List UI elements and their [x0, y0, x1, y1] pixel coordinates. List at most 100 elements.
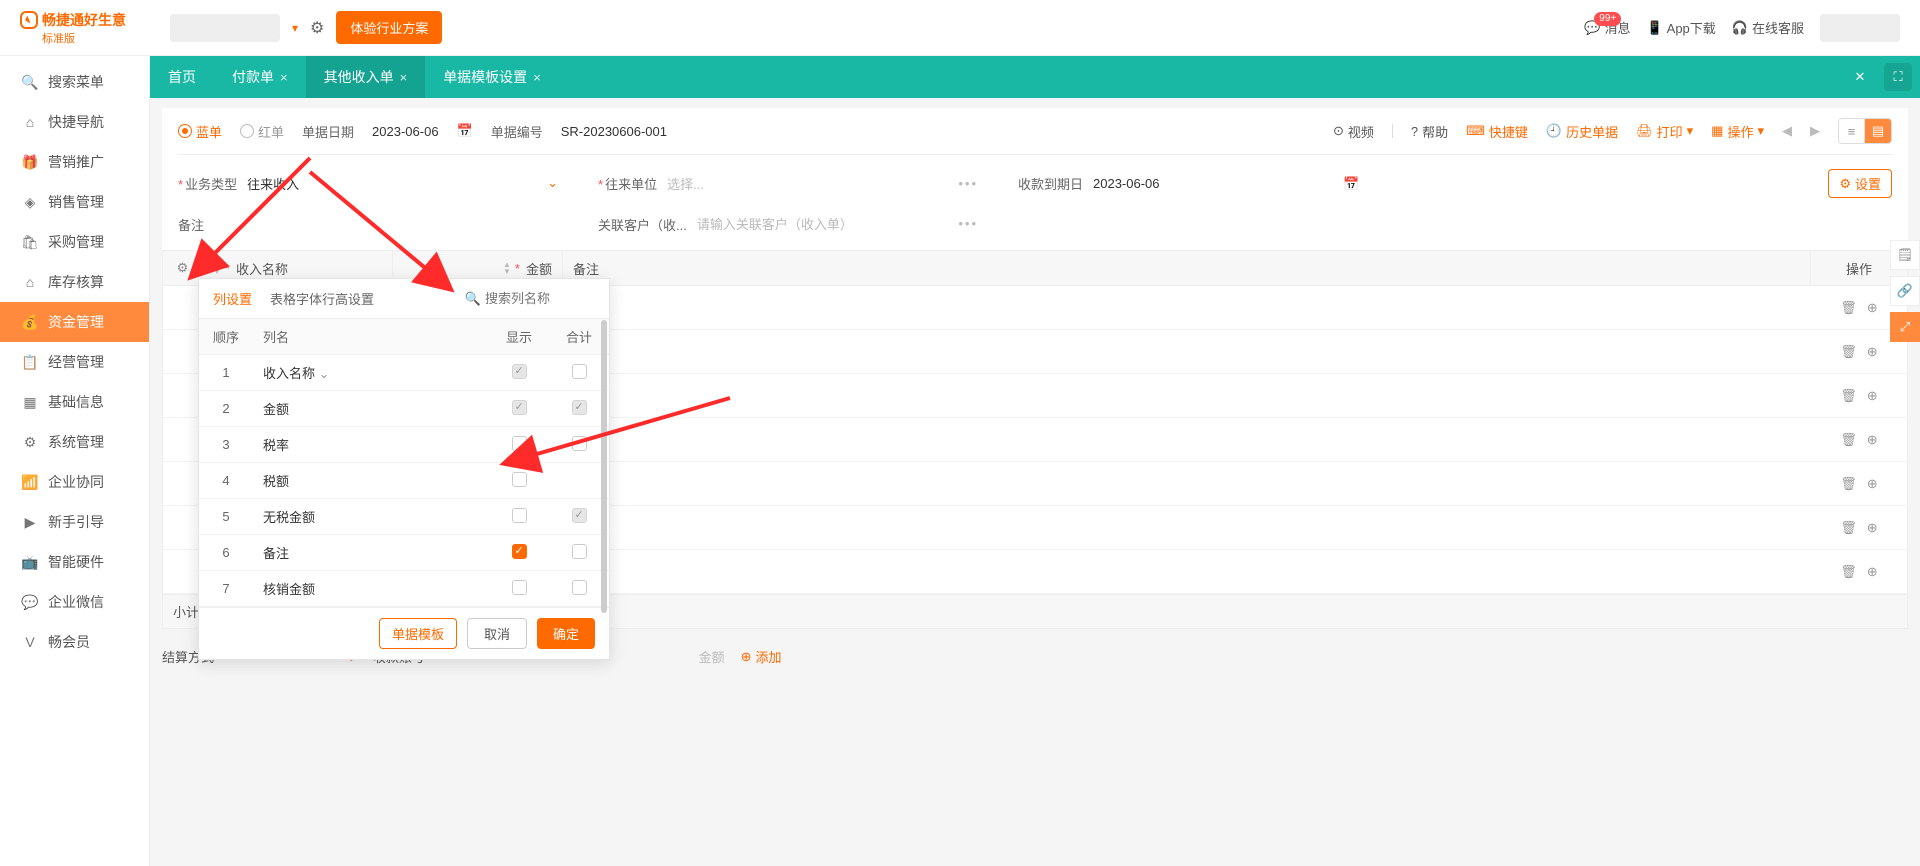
checkbox[interactable]	[512, 472, 527, 487]
due-value: 2023-06-06	[1093, 176, 1160, 191]
add-row-icon[interactable]: ⊕	[1867, 564, 1878, 580]
close-icon[interactable]: ×	[533, 70, 541, 85]
support-link[interactable]: 🎧 在线客服	[1732, 18, 1804, 37]
relcust-input[interactable]: 请输入关联客户（收入单） •••	[697, 212, 978, 236]
column-search-input[interactable]	[485, 291, 595, 306]
delete-icon[interactable]: 🗑	[1840, 344, 1857, 360]
checkbox[interactable]	[572, 508, 587, 523]
more-icon[interactable]: •••	[958, 176, 978, 191]
ok-button[interactable]: 确定	[537, 618, 595, 649]
trial-button[interactable]: 体验行业方案	[336, 11, 442, 44]
tool-shortcut[interactable]: ⌨快捷键	[1466, 122, 1528, 141]
checkbox[interactable]	[512, 364, 527, 379]
unit-select[interactable]: 选择... •••	[667, 172, 978, 196]
sidebar-item[interactable]: ▦基础信息	[0, 382, 149, 422]
checkbox[interactable]	[512, 580, 527, 595]
checkbox[interactable]	[572, 364, 587, 379]
list-view-icon[interactable]: ≡	[1839, 119, 1865, 143]
add-row-icon[interactable]: ⊕	[1867, 432, 1878, 448]
messages-link[interactable]: 💬 消息 99+	[1584, 18, 1630, 37]
sidebar-item[interactable]: ◈销售管理	[0, 182, 149, 222]
date-value[interactable]: 2023-06-06	[372, 124, 439, 139]
app-download-link[interactable]: 📱 App下载	[1646, 18, 1715, 37]
calendar-icon[interactable]: 📅	[1343, 176, 1359, 192]
delete-icon[interactable]: 🗑	[1840, 476, 1857, 492]
biztype-select[interactable]: 往来收入 ⌄	[247, 172, 558, 196]
note-input[interactable]	[214, 222, 558, 227]
add-link[interactable]: ⊕添加	[741, 647, 782, 666]
delete-icon[interactable]: 🗑	[1840, 300, 1857, 316]
sidebar-item[interactable]: 💰资金管理	[0, 302, 149, 342]
tool-video[interactable]: ⊙视频	[1333, 122, 1374, 141]
delete-icon[interactable]: 🗑	[1840, 520, 1857, 536]
gear-icon[interactable]: ⚙	[310, 18, 324, 38]
add-row-icon[interactable]: ⊕	[1867, 344, 1878, 360]
sidebar-item[interactable]: 🔍搜索菜单	[0, 62, 149, 102]
more-icon[interactable]: •••	[958, 216, 978, 231]
calendar-icon[interactable]: 📅	[457, 123, 473, 139]
tool-ops[interactable]: ▦操作▾	[1711, 122, 1764, 141]
tab-expand-icon[interactable]: ⛶	[1884, 63, 1912, 91]
scrollbar[interactable]	[601, 320, 607, 613]
tool-help[interactable]: ?帮助	[1411, 122, 1448, 141]
due-date-input[interactable]: 2023-06-06	[1093, 174, 1333, 194]
prev-icon[interactable]: ◀	[1782, 123, 1792, 139]
add-row-icon[interactable]: ⊕	[1867, 300, 1878, 316]
sidebar-item[interactable]: ⌂快捷导航	[0, 102, 149, 142]
tool-history[interactable]: 🕘历史单据	[1546, 122, 1618, 141]
template-button[interactable]: 单据模板	[379, 618, 457, 649]
cancel-button[interactable]: 取消	[467, 618, 527, 649]
amount-input[interactable]: 金额	[593, 647, 725, 666]
sidebar-item[interactable]: V畅会员	[0, 622, 149, 662]
chevron-down-icon[interactable]: ▾	[292, 21, 298, 35]
delete-icon[interactable]: 🗑	[1840, 388, 1857, 404]
add-row-icon[interactable]: ⊕	[1867, 520, 1878, 536]
sidebar-item[interactable]: 🛍采购管理	[0, 222, 149, 262]
checkbox[interactable]	[572, 400, 587, 415]
checkbox[interactable]	[512, 544, 527, 559]
radio-red[interactable]: 红单	[240, 122, 284, 141]
sidebar-item[interactable]: 📶企业协同	[0, 462, 149, 502]
next-icon[interactable]: ▶	[1810, 123, 1820, 139]
add-row-icon[interactable]: ⊕	[1867, 476, 1878, 492]
delete-icon[interactable]: 🗑	[1840, 432, 1857, 448]
radio-blue[interactable]: 蓝单	[178, 122, 222, 141]
rail-link-icon[interactable]: 🔗	[1890, 276, 1920, 306]
tab-close-all-icon[interactable]: ✕	[1846, 63, 1874, 91]
checkbox[interactable]	[572, 580, 587, 595]
sidebar-item[interactable]: ⚙系统管理	[0, 422, 149, 462]
grid-settings-icon[interactable]: ⚙	[163, 251, 203, 285]
checkbox[interactable]	[572, 544, 587, 559]
pop-tab-columns[interactable]: 列设置	[213, 279, 252, 319]
sidebar-item[interactable]: 🎁营销推广	[0, 142, 149, 182]
pop-tab-rowheight[interactable]: 表格字体行高设置	[270, 279, 374, 319]
tool-print[interactable]: 🖨打印▾	[1636, 122, 1693, 141]
sidebar-item[interactable]: 💬企业微信	[0, 582, 149, 622]
view-toggle[interactable]: ≡▤	[1838, 118, 1892, 144]
user-avatar[interactable]	[1820, 14, 1900, 42]
sidebar-item[interactable]: ▶新手引导	[0, 502, 149, 542]
card-view-icon[interactable]: ▤	[1865, 119, 1891, 143]
rail-expand-icon[interactable]: ⤢	[1890, 312, 1920, 342]
tab[interactable]: 付款单×	[214, 56, 306, 98]
checkbox[interactable]	[572, 436, 587, 451]
checkbox[interactable]	[512, 436, 527, 451]
sidebar-item[interactable]: 📺智能硬件	[0, 542, 149, 582]
close-icon[interactable]: ×	[280, 70, 288, 85]
org-selector[interactable]	[170, 14, 280, 42]
tab[interactable]: 首页	[150, 56, 214, 98]
tab[interactable]: 其他收入单×	[306, 56, 426, 98]
chevron-down-icon[interactable]: ⌄	[319, 366, 330, 381]
sidebar-item[interactable]: ⌂库存核算	[0, 262, 149, 302]
add-row-icon[interactable]: ⊕	[1867, 388, 1878, 404]
rail-note-icon[interactable]: 🗒	[1890, 240, 1920, 270]
settings-button[interactable]: ⚙设置	[1828, 169, 1892, 198]
tab[interactable]: 单据模板设置×	[425, 56, 559, 98]
close-icon[interactable]: ×	[400, 70, 408, 85]
sidebar-item[interactable]: 📋经营管理	[0, 342, 149, 382]
checkbox[interactable]	[512, 400, 527, 415]
col-note[interactable]: 备注	[563, 251, 1811, 285]
delete-icon[interactable]: 🗑	[1840, 564, 1857, 580]
sidebar-item-label: 企业协同	[48, 472, 104, 492]
checkbox[interactable]	[512, 508, 527, 523]
